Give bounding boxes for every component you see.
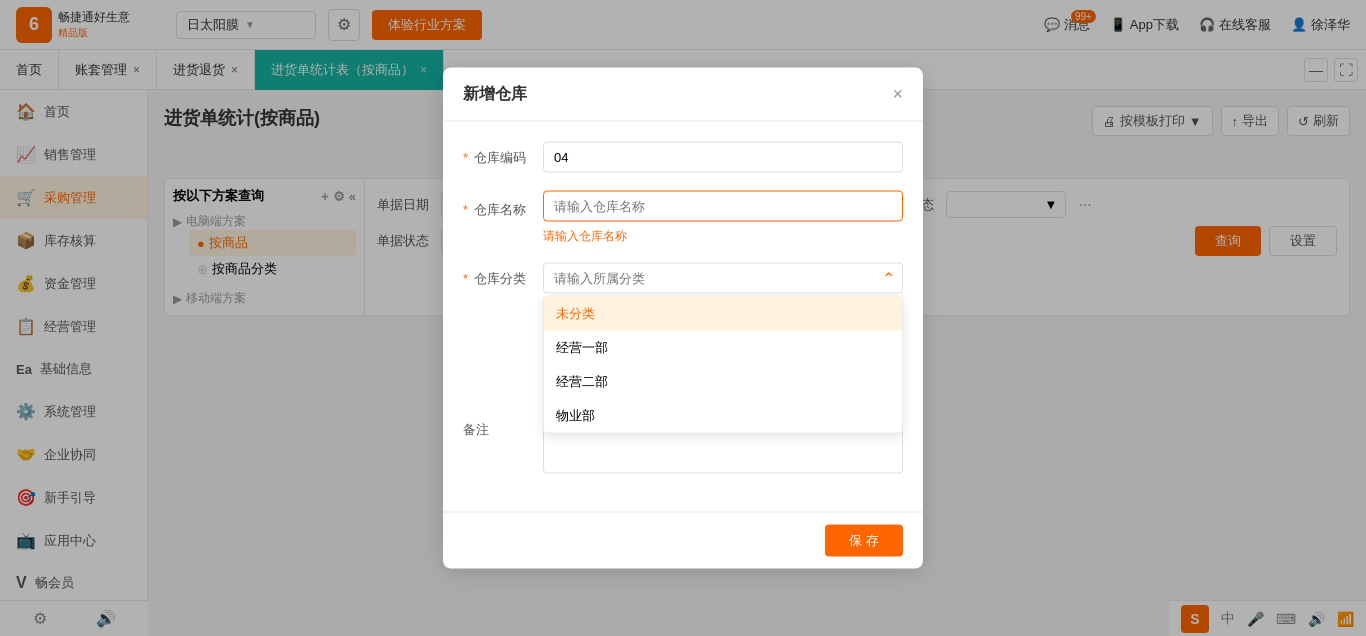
category-toggle-icon[interactable]: ⌃ (882, 269, 895, 288)
category-dropdown: 未分类 经营一部 经营二部 物业部 (543, 296, 903, 434)
dropdown-item-2[interactable]: 经营二部 (544, 365, 902, 399)
name-required-star: * (463, 202, 468, 217)
code-required-star: * (463, 150, 468, 165)
category-required-star: * (463, 271, 468, 286)
save-button[interactable]: 保 存 (825, 525, 903, 557)
name-label: * 仓库名称 (463, 194, 543, 219)
code-form-row: * 仓库编码 (463, 142, 903, 173)
add-warehouse-modal: 新增仓库 × * 仓库编码 * 仓库名称 请输入仓库名称 (443, 68, 923, 569)
name-form-row: * 仓库名称 请输入仓库名称 (463, 191, 903, 245)
category-label: * 仓库分类 (463, 263, 543, 288)
code-input[interactable] (543, 142, 903, 173)
name-input[interactable] (543, 191, 903, 222)
dropdown-item-0[interactable]: 未分类 (544, 297, 902, 331)
category-input-wrapper: ⌃ (543, 263, 903, 294)
modal-close-button[interactable]: × (892, 84, 903, 105)
category-input[interactable] (543, 263, 903, 294)
modal-title: 新增仓库 (463, 84, 527, 105)
dropdown-item-1[interactable]: 经营一部 (544, 331, 902, 365)
category-wrapper: ⌃ 未分类 经营一部 经营二部 物业部 (543, 263, 903, 294)
category-form-row: * 仓库分类 ⌃ 未分类 经营一部 经营二部 物业部 (463, 263, 903, 294)
note-label: 备注 (463, 414, 543, 439)
dropdown-item-3[interactable]: 物业部 (544, 399, 902, 433)
modal-header: 新增仓库 × (443, 68, 923, 122)
name-error-msg: 请输入仓库名称 (543, 229, 627, 243)
modal-footer: 保 存 (443, 512, 923, 569)
code-label: * 仓库编码 (463, 142, 543, 167)
modal-body: * 仓库编码 * 仓库名称 请输入仓库名称 * 仓库分类 (443, 122, 923, 512)
